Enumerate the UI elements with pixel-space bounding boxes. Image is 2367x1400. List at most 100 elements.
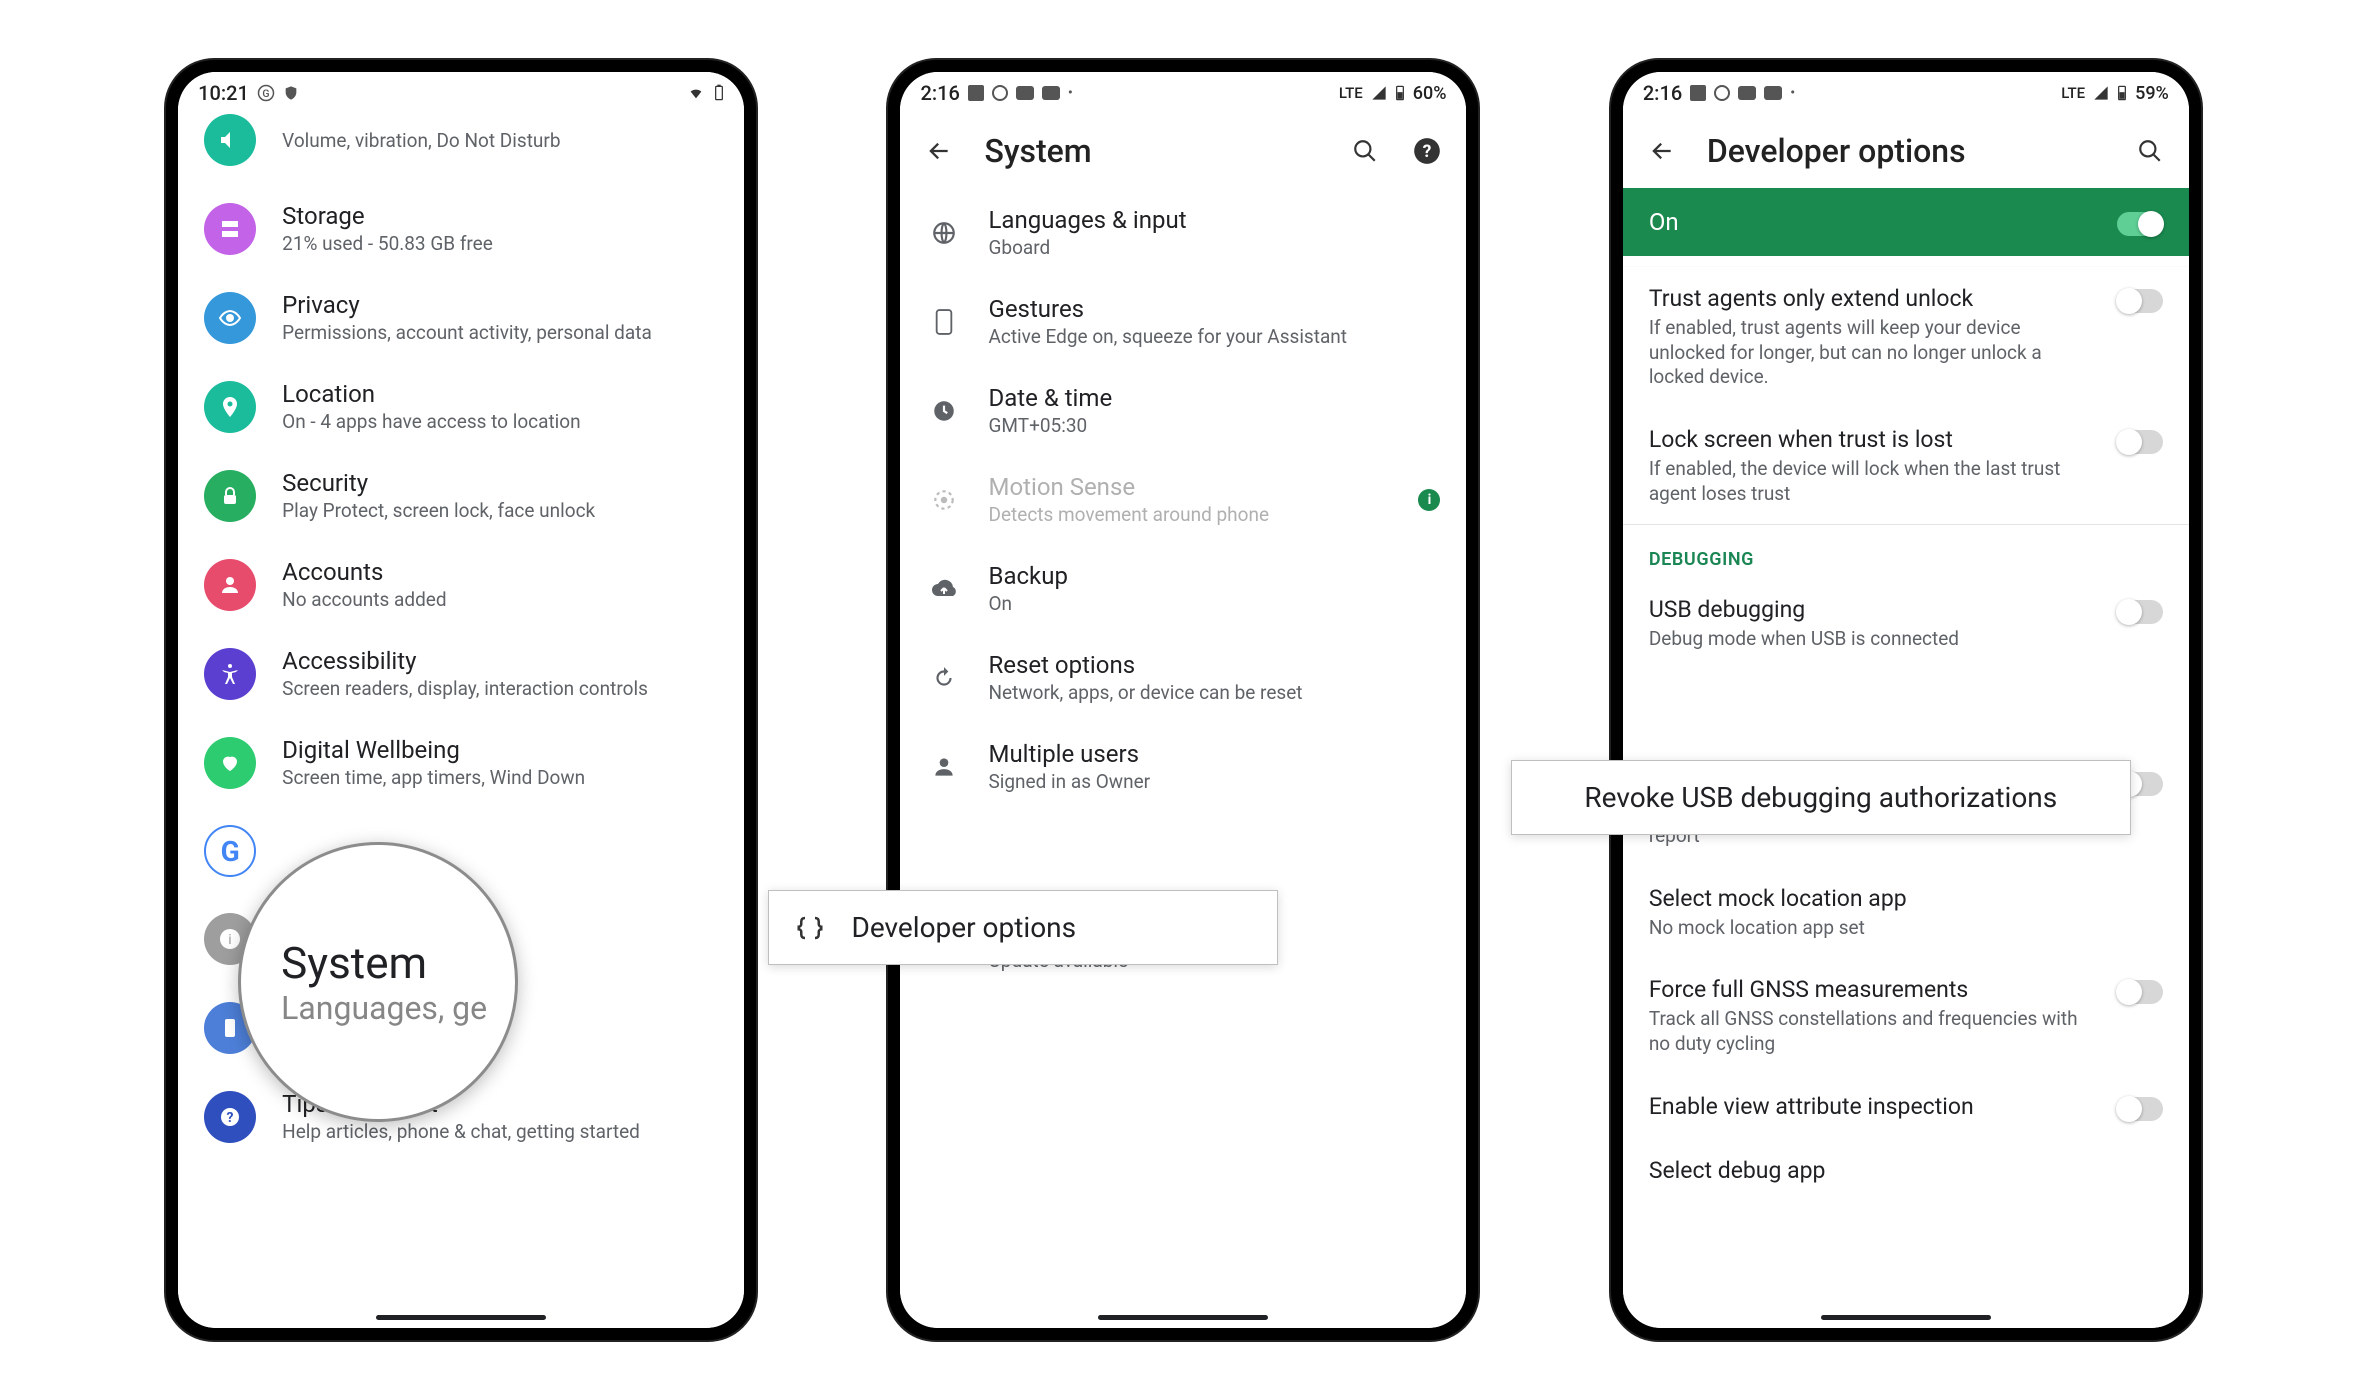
item-title: Security [282,469,718,497]
option-view-attr[interactable]: Enable view attribute inspection [1623,1075,2189,1139]
settings-item-sound[interactable]: Volume, vibration, Do Not Disturb [178,114,744,184]
settings-item-privacy[interactable]: Privacy Permissions, account activity, p… [178,273,744,362]
toggle-switch[interactable] [2117,289,2163,313]
phone-system: 2:16 • LTE 60% System ? [888,60,1478,1340]
item-title: Select mock location app [1649,885,2163,912]
system-item-motion-sense: Motion Sense Detects movement around pho… [900,455,1466,544]
on-label: On [1649,208,1679,236]
wellbeing-icon [218,751,242,775]
system-item-datetime[interactable]: Date & time GMT+05:30 [900,366,1466,455]
settings-item-wellbeing[interactable]: Digital Wellbeing Screen time, app timer… [178,718,744,807]
system-item-languages[interactable]: Languages & input Gboard [900,188,1466,277]
privacy-icon [218,306,242,330]
nav-handle[interactable] [1821,1315,1991,1320]
info-icon: i [218,927,242,951]
network-label: LTE [1339,84,1363,102]
nav-handle[interactable] [1098,1315,1268,1320]
magnifier-sub: Languages, ge [281,989,515,1027]
item-sub: On - 4 apps have access to location [282,410,718,433]
system-item-backup[interactable]: Backup On [900,544,1466,633]
callout-label: Revoke USB debugging authorizations [1584,781,2057,814]
signal-icon [2093,85,2109,101]
status-time: 2:16 [1643,81,1682,105]
battery-percent: 59% [2135,83,2169,104]
magnifier-title: System [281,937,515,989]
item-title: Accounts [282,558,718,586]
help-button[interactable]: ? [1410,134,1444,168]
gesture-icon [933,308,955,336]
nav-handle[interactable] [376,1315,546,1320]
item-sub: Debug mode when USB is connected [1649,627,2101,652]
battery-icon [2117,84,2127,102]
status-bar: 2:16 • LTE 60% [900,72,1466,114]
svg-text:?: ? [227,1110,234,1126]
item-title: Gestures [988,295,1440,323]
item-title: Backup [988,562,1440,590]
toggle-switch[interactable] [2117,430,2163,454]
item-title: Multiple users [988,740,1440,768]
item-sub: Track all GNSS constellations and freque… [1649,1007,2101,1056]
system-item-reset[interactable]: Reset options Network, apps, or device c… [900,633,1466,722]
item-title: Select debug app [1649,1157,2163,1184]
google-icon: G [221,835,240,868]
toggle-switch[interactable] [2117,1097,2163,1121]
back-arrow-icon [1649,138,1675,164]
item-sub: Gboard [988,236,1440,259]
info-badge[interactable]: i [1418,489,1440,511]
back-button[interactable] [1645,134,1679,168]
item-sub: Network, apps, or device can be reset [988,681,1440,704]
gallery-icon [1690,85,1706,101]
master-toggle-banner[interactable]: On [1623,188,2189,256]
gallery-icon [968,85,984,101]
search-button[interactable] [1348,134,1382,168]
clock-icon [931,398,957,424]
option-mock-location[interactable]: Select mock location app No mock locatio… [1623,867,2189,959]
system-item-gestures[interactable]: Gestures Active Edge on, squeeze for you… [900,277,1466,366]
battery-icon [1395,84,1405,102]
settings-list[interactable]: Volume, vibration, Do Not Disturb Storag… [178,114,744,1328]
item-title: Storage [282,202,718,230]
settings-item-security[interactable]: Security Play Protect, screen lock, face… [178,451,744,540]
settings-item-location[interactable]: Location On - 4 apps have access to loca… [178,362,744,451]
item-title: Languages & input [988,206,1440,234]
globe-icon [931,220,957,246]
search-button[interactable] [2133,134,2167,168]
shield-icon [283,84,299,102]
toggle-switch[interactable] [2117,980,2163,1004]
user-icon [931,754,957,780]
item-title: Accessibility [282,647,718,675]
callout-revoke-usb: Revoke USB debugging authorizations [1511,760,2131,835]
battery-percent: 60% [1413,83,1447,104]
search-icon [1352,138,1378,164]
toggle-switch[interactable] [2117,600,2163,624]
header: Developer options [1623,114,2189,188]
status-time: 2:16 [920,81,959,105]
settings-item-accounts[interactable]: Accounts No accounts added [178,540,744,629]
option-trust-agents[interactable]: Trust agents only extend unlock If enabl… [1623,267,2189,408]
item-sub: On [988,592,1440,615]
braces-icon [795,913,825,943]
whatsapp-icon [1714,85,1730,101]
item-sub: Active Edge on, squeeze for your Assista… [988,325,1440,348]
item-sub: Screen readers, display, interaction con… [282,677,718,700]
settings-item-storage[interactable]: Storage 21% used - 50.83 GB free [178,184,744,273]
reset-icon [931,665,957,691]
system-list[interactable]: Languages & input Gboard Gestures Active… [900,188,1466,1328]
option-usb-debugging[interactable]: USB debugging Debug mode when USB is con… [1623,578,2189,670]
system-item-users[interactable]: Multiple users Signed in as Owner [900,722,1466,811]
network-label: LTE [2061,84,2085,102]
svg-text:i: i [228,932,231,948]
back-arrow-icon [926,138,952,164]
master-switch[interactable] [2117,212,2163,236]
option-select-debug-app[interactable]: Select debug app [1623,1139,2189,1202]
option-lock-screen-trust[interactable]: Lock screen when trust is lost If enable… [1623,408,2189,524]
item-title: Location [282,380,718,408]
status-bar: 2:16 • LTE 59% [1623,72,2189,114]
option-gnss[interactable]: Force full GNSS measurements Track all G… [1623,958,2189,1074]
item-sub: Help articles, phone & chat, getting sta… [282,1120,718,1143]
back-button[interactable] [922,134,956,168]
screen: 10:21 G Volume, vibration, Do Not Distur… [178,72,744,1328]
item-title: Enable view attribute inspection [1649,1093,2101,1120]
settings-item-accessibility[interactable]: Accessibility Screen readers, display, i… [178,629,744,718]
item-title: Digital Wellbeing [282,736,718,764]
